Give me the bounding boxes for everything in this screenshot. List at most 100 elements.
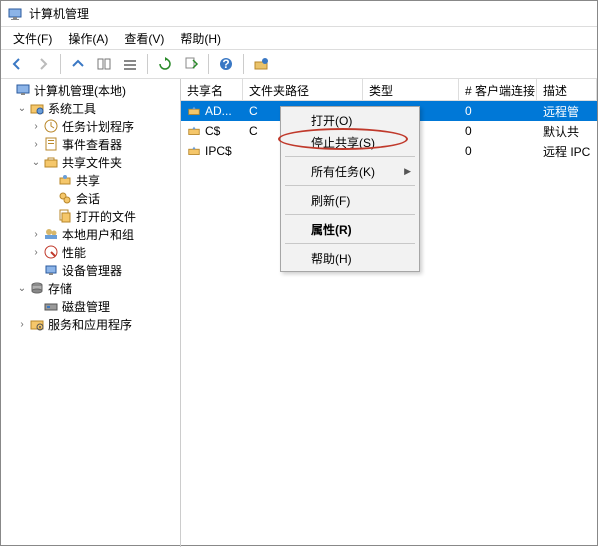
cell-desc: 远程 IPC <box>537 141 597 162</box>
new-share-button[interactable] <box>249 52 273 76</box>
menu-help[interactable]: 帮助(H) <box>172 28 229 49</box>
expander-icon[interactable]: ⌄ <box>15 283 29 294</box>
column-name[interactable]: 共享名 <box>181 79 243 100</box>
share-icon <box>187 144 201 158</box>
up-button[interactable] <box>66 52 90 76</box>
expander-icon[interactable]: › <box>29 229 43 240</box>
cell-name: AD... <box>181 102 243 120</box>
ctx-label: 帮助(H) <box>311 250 352 267</box>
column-type[interactable]: 类型 <box>363 79 459 100</box>
cell-clients: 0 <box>459 102 537 120</box>
tree-label: 共享文件夹 <box>62 154 122 171</box>
sched-icon <box>43 118 59 134</box>
context-menu: 打开(O) 停止共享(S) 所有任务(K) ▶ 刷新(F) 属性(R) 帮助(H) <box>280 106 420 272</box>
expander-icon[interactable]: › <box>15 319 29 330</box>
expander-icon[interactable]: › <box>29 139 43 150</box>
back-button[interactable] <box>5 52 29 76</box>
tree-item-10[interactable]: 设备管理器 <box>1 261 180 279</box>
expander-icon[interactable]: ⌄ <box>15 103 29 114</box>
column-clients[interactable]: # 客户端连接 <box>459 79 537 100</box>
ctx-label: 打开(O) <box>311 112 352 129</box>
tree-item-7[interactable]: 打开的文件 <box>1 207 180 225</box>
menu-separator <box>285 156 415 157</box>
cell-name: IPC$ <box>181 142 243 160</box>
devmgr-icon <box>43 262 59 278</box>
separator <box>243 54 244 74</box>
ctx-label: 所有任务(K) <box>311 163 375 180</box>
ctx-item-0[interactable]: 打开(O) <box>283 109 417 131</box>
users-icon <box>43 226 59 242</box>
window-title: 计算机管理 <box>29 5 89 22</box>
cell-name: C$ <box>181 122 243 140</box>
sessions-icon <box>57 190 73 206</box>
tree-item-9[interactable]: › 性能 <box>1 243 180 261</box>
show-hide-button[interactable] <box>92 52 116 76</box>
tree-label: 计算机管理(本地) <box>34 82 126 99</box>
column-desc[interactable]: 描述 <box>537 79 597 100</box>
column-path[interactable]: 文件夹路径 <box>243 79 363 100</box>
shared-icon <box>43 154 59 170</box>
tree-label: 会话 <box>76 190 100 207</box>
ctx-item-5[interactable]: 刷新(F) <box>283 189 417 211</box>
cell-desc: 默认共 <box>537 121 597 142</box>
expander-icon[interactable]: › <box>29 247 43 258</box>
event-icon <box>43 136 59 152</box>
refresh-button[interactable] <box>153 52 177 76</box>
app-icon <box>7 6 23 22</box>
expander-icon[interactable]: › <box>29 121 43 132</box>
tree-item-3[interactable]: › 事件查看器 <box>1 135 180 153</box>
diskmgmt-icon <box>43 298 59 314</box>
tree-item-13[interactable]: › 服务和应用程序 <box>1 315 180 333</box>
storage-icon <box>29 280 45 296</box>
tree-label: 事件查看器 <box>62 136 122 153</box>
ctx-item-1[interactable]: 停止共享(S) <box>283 131 417 153</box>
ctx-label: 刷新(F) <box>311 192 350 209</box>
tree-label: 系统工具 <box>48 100 96 117</box>
tree-item-12[interactable]: 磁盘管理 <box>1 297 180 315</box>
list-header: 共享名文件夹路径类型# 客户端连接描述 <box>181 79 597 101</box>
ctx-label: 属性(R) <box>311 221 352 238</box>
export-button[interactable] <box>179 52 203 76</box>
ctx-item-9[interactable]: 帮助(H) <box>283 247 417 269</box>
tree-item-8[interactable]: › 本地用户和组 <box>1 225 180 243</box>
tree-label: 磁盘管理 <box>62 298 110 315</box>
properties-button[interactable] <box>118 52 142 76</box>
separator <box>208 54 209 74</box>
services-icon <box>29 316 45 332</box>
menu-separator <box>285 243 415 244</box>
tree-item-11[interactable]: ⌄ 存储 <box>1 279 180 297</box>
share-icon <box>187 124 201 138</box>
ctx-item-7[interactable]: 属性(R) <box>283 218 417 240</box>
folder-tools-icon <box>29 100 45 116</box>
tree-label: 共享 <box>76 172 100 189</box>
menu-file[interactable]: 文件(F) <box>5 28 60 49</box>
tree-label: 性能 <box>62 244 86 261</box>
help-button[interactable]: ? <box>214 52 238 76</box>
forward-button[interactable] <box>31 52 55 76</box>
tree-item-4[interactable]: ⌄ 共享文件夹 <box>1 153 180 171</box>
tree-label: 本地用户和组 <box>62 226 134 243</box>
menu-separator <box>285 214 415 215</box>
menu-separator <box>285 185 415 186</box>
expander-icon[interactable]: ⌄ <box>29 157 43 168</box>
perf-icon <box>43 244 59 260</box>
tree-item-0[interactable]: 计算机管理(本地) <box>1 81 180 99</box>
tree-item-1[interactable]: ⌄ 系统工具 <box>1 99 180 117</box>
ctx-item-3[interactable]: 所有任务(K) ▶ <box>283 160 417 182</box>
tree-panel: 计算机管理(本地)⌄系统工具›任务计划程序›事件查看器⌄共享文件夹共享会话打开的… <box>1 79 181 547</box>
menu-view[interactable]: 查看(V) <box>116 28 172 49</box>
tree-label: 服务和应用程序 <box>48 316 132 333</box>
tree-label: 存储 <box>48 280 72 297</box>
tree-item-2[interactable]: ›任务计划程序 <box>1 117 180 135</box>
ctx-label: 停止共享(S) <box>311 134 375 151</box>
tree-item-5[interactable]: 共享 <box>1 171 180 189</box>
titlebar: 计算机管理 <box>1 1 597 27</box>
openfiles-icon <box>57 208 73 224</box>
separator <box>60 54 61 74</box>
tree-label: 设备管理器 <box>62 262 122 279</box>
menu-action[interactable]: 操作(A) <box>60 28 116 49</box>
submenu-arrow-icon: ▶ <box>404 166 411 177</box>
svg-text:?: ? <box>222 57 229 71</box>
tree-item-6[interactable]: 会话 <box>1 189 180 207</box>
comp-mgmt-icon <box>15 82 31 98</box>
